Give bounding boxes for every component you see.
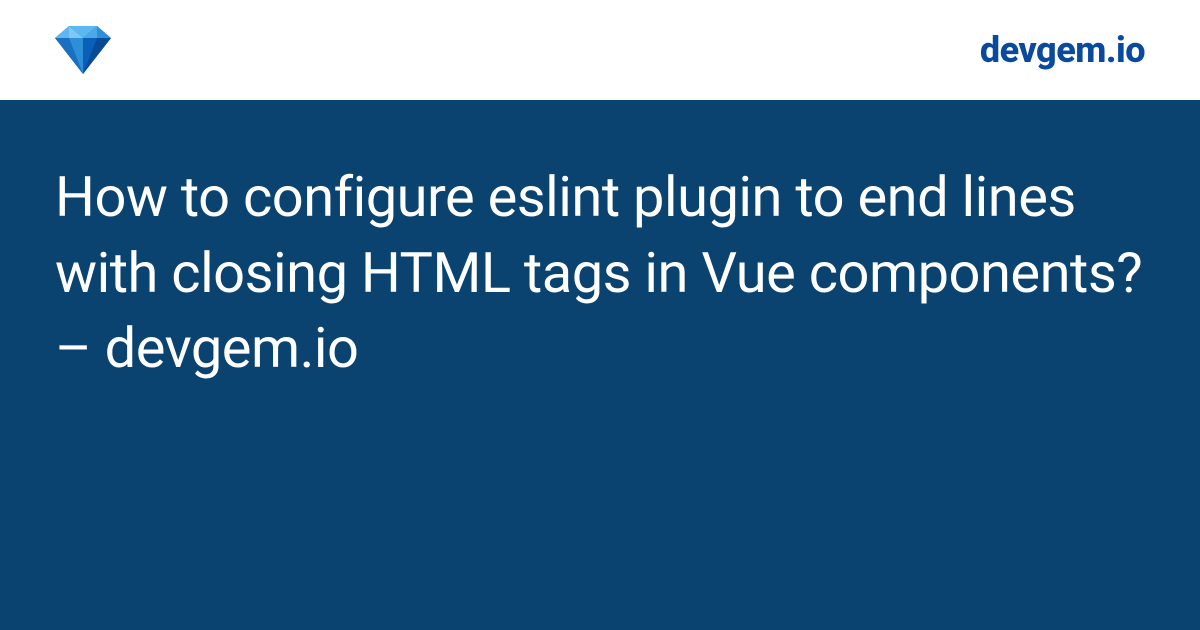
brand-name: devgem.io xyxy=(980,29,1145,71)
content-area: How to configure eslint plugin to end li… xyxy=(0,100,1200,630)
gem-icon xyxy=(55,22,111,78)
header: devgem.io xyxy=(0,0,1200,100)
page-title: How to configure eslint plugin to end li… xyxy=(55,160,1145,387)
